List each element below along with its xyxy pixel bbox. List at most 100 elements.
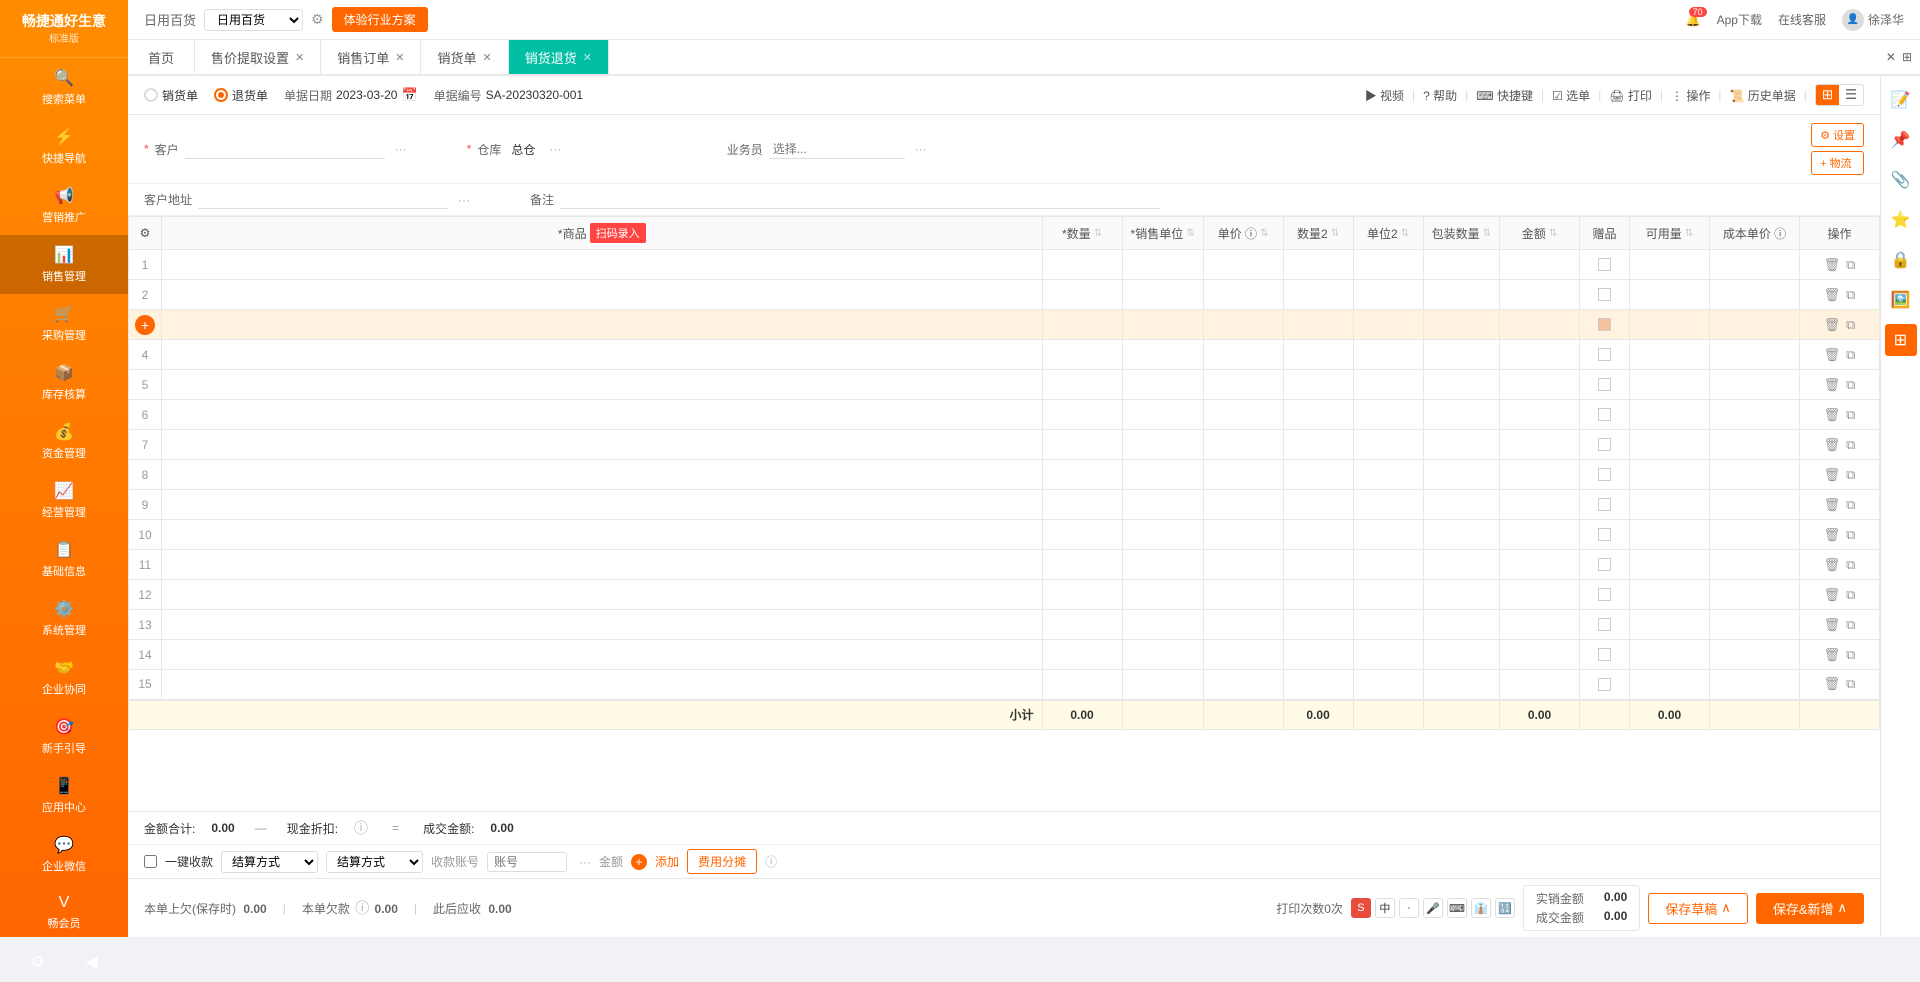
qty-cell[interactable] [1042,640,1122,670]
gift-cell[interactable] [1580,400,1630,430]
copy-row-btn[interactable]: ⧉ [1846,467,1855,483]
unit2-cell[interactable] [1353,670,1423,700]
delete-row-btn[interactable]: 🗑 [1824,527,1841,543]
gift-checkbox[interactable] [1598,348,1611,361]
available-cell[interactable] [1630,250,1710,280]
delete-row-btn[interactable]: 🗑 [1824,257,1841,273]
pkg-qty-cell[interactable] [1423,550,1499,580]
unit2-cell[interactable] [1353,490,1423,520]
qty2-cell[interactable] [1283,280,1353,310]
product-cell[interactable] [162,340,1043,370]
product-cell[interactable] [162,550,1043,580]
unit-cell[interactable] [1122,400,1203,430]
copy-row-btn[interactable]: ⧉ [1846,587,1855,603]
cost-price-cell[interactable] [1710,520,1800,550]
qty2-cell[interactable] [1283,610,1353,640]
add-row-btn[interactable]: + [135,315,155,335]
amount-cell[interactable] [1500,460,1580,490]
gift-checkbox[interactable] [1598,678,1611,691]
amount-cell[interactable] [1500,640,1580,670]
tool-icon-1[interactable]: S [1351,898,1371,918]
fee-split-btn[interactable]: 费用分摊 [687,849,757,874]
add-payment-btn[interactable]: + [631,854,647,870]
cost-price-cell[interactable] [1710,550,1800,580]
gift-checkbox[interactable] [1598,618,1611,631]
product-cell[interactable] [162,460,1043,490]
copy-row-btn[interactable]: ⧉ [1846,557,1855,573]
cost-price-cell[interactable] [1710,370,1800,400]
tab-sales-order-close[interactable]: ✕ [395,51,404,64]
delete-row-btn[interactable]: 🗑 [1824,587,1841,603]
copy-row-btn[interactable]: ⧉ [1846,257,1855,273]
unit-cell[interactable] [1122,580,1203,610]
tab-sales-return-close[interactable]: ✕ [583,51,592,64]
qty-cell[interactable] [1042,550,1122,580]
gift-cell[interactable] [1580,490,1630,520]
price-cell[interactable] [1203,400,1283,430]
unit2-cell[interactable] [1353,580,1423,610]
qty-cell[interactable] [1042,610,1122,640]
product-cell[interactable] [162,640,1043,670]
qty2-cell[interactable] [1283,310,1353,340]
sidebar-item-purchase[interactable]: 🛒 采购管理 [0,294,128,353]
operations-btn[interactable]: ⋮ 操作 [1671,87,1710,104]
gift-checkbox[interactable] [1598,498,1611,511]
th-unit2[interactable]: 单位2⇅ [1353,217,1423,250]
qty-cell[interactable] [1042,400,1122,430]
qty2-cell[interactable] [1283,460,1353,490]
app-download-link[interactable]: App下载 [1717,11,1762,28]
select-btn[interactable]: ☑ 选单 [1552,87,1590,104]
amount-cell[interactable] [1500,550,1580,580]
cost-price-cell[interactable] [1710,250,1800,280]
delete-row-btn[interactable]: 🗑 [1824,676,1841,692]
pkg-qty-cell[interactable] [1423,370,1499,400]
scan-input-btn[interactable]: 扫码录入 [590,223,646,243]
salesperson-input[interactable] [769,140,905,159]
unit2-cell[interactable] [1353,430,1423,460]
tab-price-settings-close[interactable]: ✕ [295,51,304,64]
rp-icon-pin[interactable]: 📌 [1885,124,1917,156]
copy-row-btn[interactable]: ⧉ [1846,497,1855,513]
th-qty2[interactable]: 数量2⇅ [1283,217,1353,250]
unit2-cell[interactable] [1353,460,1423,490]
qty-cell[interactable] [1042,670,1122,700]
delete-row-btn[interactable]: 🗑 [1824,617,1841,633]
pkg-qty-cell[interactable] [1423,280,1499,310]
shortcut-btn[interactable]: ⌨ 快捷键 [1476,87,1533,104]
account-more-icon[interactable]: ··· [579,855,591,869]
amount-cell[interactable] [1500,370,1580,400]
gift-cell[interactable] [1580,580,1630,610]
fee-hint-icon[interactable]: ⓘ [765,853,777,870]
tool-icon-6[interactable]: 👔 [1471,898,1491,918]
radio-return-bill[interactable]: 退货单 [214,87,268,104]
amount-cell[interactable] [1500,580,1580,610]
pkg-qty-cell[interactable] [1423,250,1499,280]
tab-menu[interactable]: ⊞ [1902,50,1912,64]
gift-cell[interactable] [1580,250,1630,280]
unit-cell[interactable] [1122,550,1203,580]
amount-cell[interactable] [1500,280,1580,310]
amount-cell[interactable] [1500,340,1580,370]
copy-row-btn[interactable]: ⧉ [1846,647,1855,663]
unit2-cell[interactable] [1353,340,1423,370]
sidebar-item-system[interactable]: ⚙️ 系统管理 [0,589,128,648]
copy-row-btn[interactable]: ⧉ [1846,676,1855,692]
copy-row-btn[interactable]: ⧉ [1846,527,1855,543]
copy-row-btn[interactable]: ⧉ [1846,407,1855,423]
gift-cell[interactable] [1580,610,1630,640]
price-cell[interactable] [1203,280,1283,310]
available-cell[interactable] [1630,490,1710,520]
unit-cell[interactable] [1122,670,1203,700]
sidebar-item-basic-info[interactable]: 📋 基础信息 [0,530,128,589]
accounting-method-select[interactable]: 结算方式 [221,851,318,873]
th-product[interactable]: *商品 扫码录入 [162,217,1043,250]
amount-cell[interactable] [1500,490,1580,520]
one-click-checkbox[interactable] [144,855,157,868]
print-btn[interactable]: 🖨 打印 [1609,87,1652,104]
unit2-cell[interactable] [1353,250,1423,280]
qty-cell[interactable] [1042,280,1122,310]
delete-row-btn[interactable]: 🗑 [1824,287,1841,303]
price-cell[interactable] [1203,250,1283,280]
sidebar-item-operations[interactable]: 📈 经营管理 [0,471,128,530]
available-cell[interactable] [1630,280,1710,310]
